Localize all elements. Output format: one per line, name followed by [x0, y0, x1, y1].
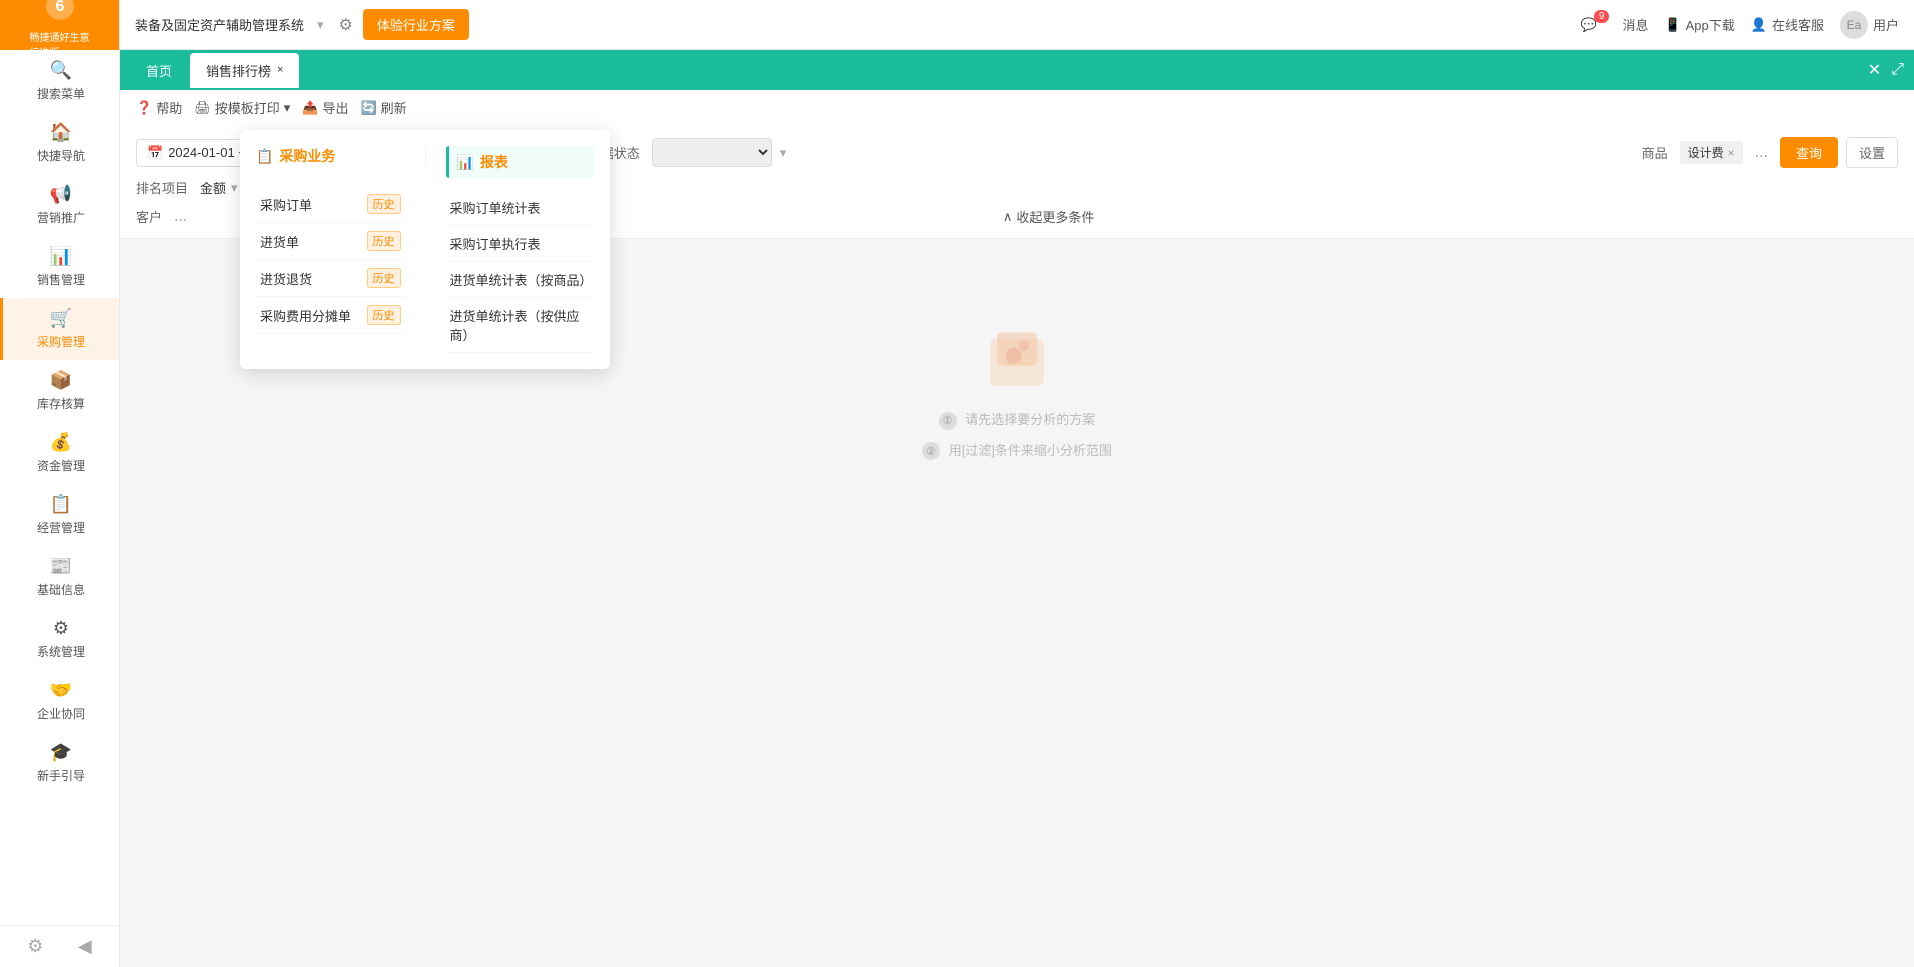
user-avatar: Ea: [1840, 11, 1868, 39]
purchase-section-icon: 📋: [256, 148, 273, 165]
sales-icon: 📊: [50, 246, 72, 267]
message-label: 消息: [1622, 15, 1648, 34]
app-download-label: App下载: [1686, 15, 1735, 34]
app-download-group[interactable]: 📱 App下载: [1664, 15, 1734, 34]
tab-close-window-icon[interactable]: ✕: [1868, 60, 1881, 80]
history-badge-purchase-expense: 历史: [367, 305, 401, 325]
sidebar-item-purchase[interactable]: 🛒 采购管理: [0, 298, 119, 360]
sidebar-item-search[interactable]: 🔍 搜索菜单: [0, 50, 119, 112]
enterprise-icon: 🤝: [50, 680, 72, 701]
topbar-right: 💬 9 消息 📱 App下载 👤 在线客服 Ea 用户: [1581, 11, 1899, 39]
sidebar-item-inventory[interactable]: 📦 库存核算: [0, 360, 119, 422]
svg-text:6: 6: [55, 0, 64, 15]
service-icon: 👤: [1751, 17, 1767, 33]
sidebar-item-quick[interactable]: 🏠 快捷导航: [0, 112, 119, 174]
guide-icon: 🎓: [50, 742, 72, 763]
settings-icon[interactable]: ⚙: [339, 15, 353, 35]
main-content: 装备及固定资产辅助管理系统 ▾ ⚙ 体验行业方案 💬 9 消息 📱 App下载 …: [120, 0, 1914, 967]
industry-btn[interactable]: 体验行业方案: [363, 9, 469, 40]
tabbar-right: ✕ ⤢: [1868, 60, 1904, 80]
system-icon: ⚙: [53, 618, 69, 639]
operations-icon: 📋: [50, 494, 72, 515]
sidebar-item-sales[interactable]: 📊 销售管理: [0, 236, 119, 298]
user-label: 用户: [1873, 15, 1899, 34]
inventory-icon: 📦: [50, 370, 72, 391]
tabbar: 首页 销售排行榜 × ✕ ⤢: [120, 50, 1914, 90]
purchase-menu-section: 📋 采购业务 采购订单 历史 进货单 历史 进货退货 历史 采购费用分摊单: [256, 146, 405, 353]
tab-close-icon[interactable]: ×: [277, 64, 283, 76]
search-icon: 🔍: [50, 60, 72, 81]
user-group[interactable]: Ea 用户: [1840, 11, 1899, 39]
sidebar-item-enterprise[interactable]: 🤝 企业协同: [0, 670, 119, 732]
tab-sales-rank[interactable]: 销售排行榜 ×: [190, 53, 299, 88]
tab-sales-rank-label: 销售排行榜: [206, 61, 271, 80]
basic-icon: 📰: [50, 556, 72, 577]
funds-icon: 💰: [50, 432, 72, 453]
sidebar-item-funds[interactable]: 💰 资金管理: [0, 422, 119, 484]
menu-item-purchase-order[interactable]: 采购订单 历史: [256, 186, 405, 223]
sidebar-item-system[interactable]: ⚙ 系统管理: [0, 608, 119, 670]
online-service-group[interactable]: 👤 在线客服: [1751, 15, 1824, 34]
purchase-section-header: 📋 采购业务: [256, 146, 405, 174]
phone-icon: 📱: [1664, 17, 1680, 33]
menu-item-purchase-order-stats[interactable]: 采购订单统计表: [446, 190, 595, 226]
message-group[interactable]: 💬 9 消息: [1581, 15, 1649, 34]
marketing-icon: 📢: [50, 184, 72, 205]
history-badge-inbound-return: 历史: [367, 268, 401, 288]
menu-item-inbound-stats-supplier[interactable]: 进货单统计表（按供应商）: [446, 298, 595, 353]
tab-maximize-icon[interactable]: ⤢: [1891, 61, 1904, 79]
menu-divider: [425, 146, 426, 166]
purchase-icon: 🛒: [50, 308, 72, 329]
sidebar-item-operations[interactable]: 📋 经营管理: [0, 484, 119, 546]
menu-item-inbound[interactable]: 进货单 历史: [256, 223, 405, 260]
sidebar-item-basic[interactable]: 📰 基础信息: [0, 546, 119, 608]
menu-item-purchase-order-exec[interactable]: 采购订单执行表: [446, 226, 595, 262]
online-service-label: 在线客服: [1772, 15, 1824, 34]
logo-icon: 6: [45, 0, 75, 27]
system-title: 装备及固定资产辅助管理系统: [135, 15, 304, 34]
settings-footer-icon[interactable]: ⚙: [27, 936, 43, 957]
topbar: 装备及固定资产辅助管理系统 ▾ ⚙ 体验行业方案 💬 9 消息 📱 App下载 …: [120, 0, 1914, 50]
collapse-sidebar-icon[interactable]: ◀: [78, 936, 92, 957]
system-dropdown-icon[interactable]: ▾: [317, 17, 324, 33]
menu-item-inbound-stats-product[interactable]: 进货单统计表（按商品）: [446, 262, 595, 298]
report-section-icon: 📊: [457, 154, 474, 171]
content-area: ❓ 帮助 🖨 按模板打印 ▾ 📤 导出 🔄 刷新 📅: [120, 90, 1914, 967]
history-badge-inbound: 历史: [367, 231, 401, 251]
tab-home[interactable]: 首页: [130, 53, 188, 88]
menu-item-inbound-return[interactable]: 进货退货 历史: [256, 260, 405, 297]
message-badge: 9: [1594, 10, 1610, 23]
menu-item-purchase-expense[interactable]: 采购费用分摊单 历史: [256, 297, 405, 334]
sidebar-footer: ⚙ ◀: [0, 925, 119, 967]
app-logo: 6 畅捷通好生意 标准版: [0, 0, 119, 50]
report-menu-section: 📊 报表 采购订单统计表 采购订单执行表 进货单统计表（按商品） 进货单统计表（…: [446, 146, 595, 353]
sidebar-item-guide[interactable]: 🎓 新手引导: [0, 732, 119, 794]
report-section-header: 📊 报表: [446, 146, 595, 178]
sidebar: 6 畅捷通好生意 标准版 🔍 搜索菜单 🏠 快捷导航 📢 营销推广 📊 销售管理…: [0, 0, 120, 967]
sidebar-item-marketing[interactable]: 📢 营销推广: [0, 174, 119, 236]
home-icon: 🏠: [50, 122, 72, 143]
purchase-dropdown-menu: 📋 采购业务 采购订单 历史 进货单 历史 进货退货 历史 采购费用分摊单: [240, 130, 610, 369]
history-badge-purchase-order: 历史: [367, 194, 401, 214]
tab-home-label: 首页: [146, 61, 172, 80]
